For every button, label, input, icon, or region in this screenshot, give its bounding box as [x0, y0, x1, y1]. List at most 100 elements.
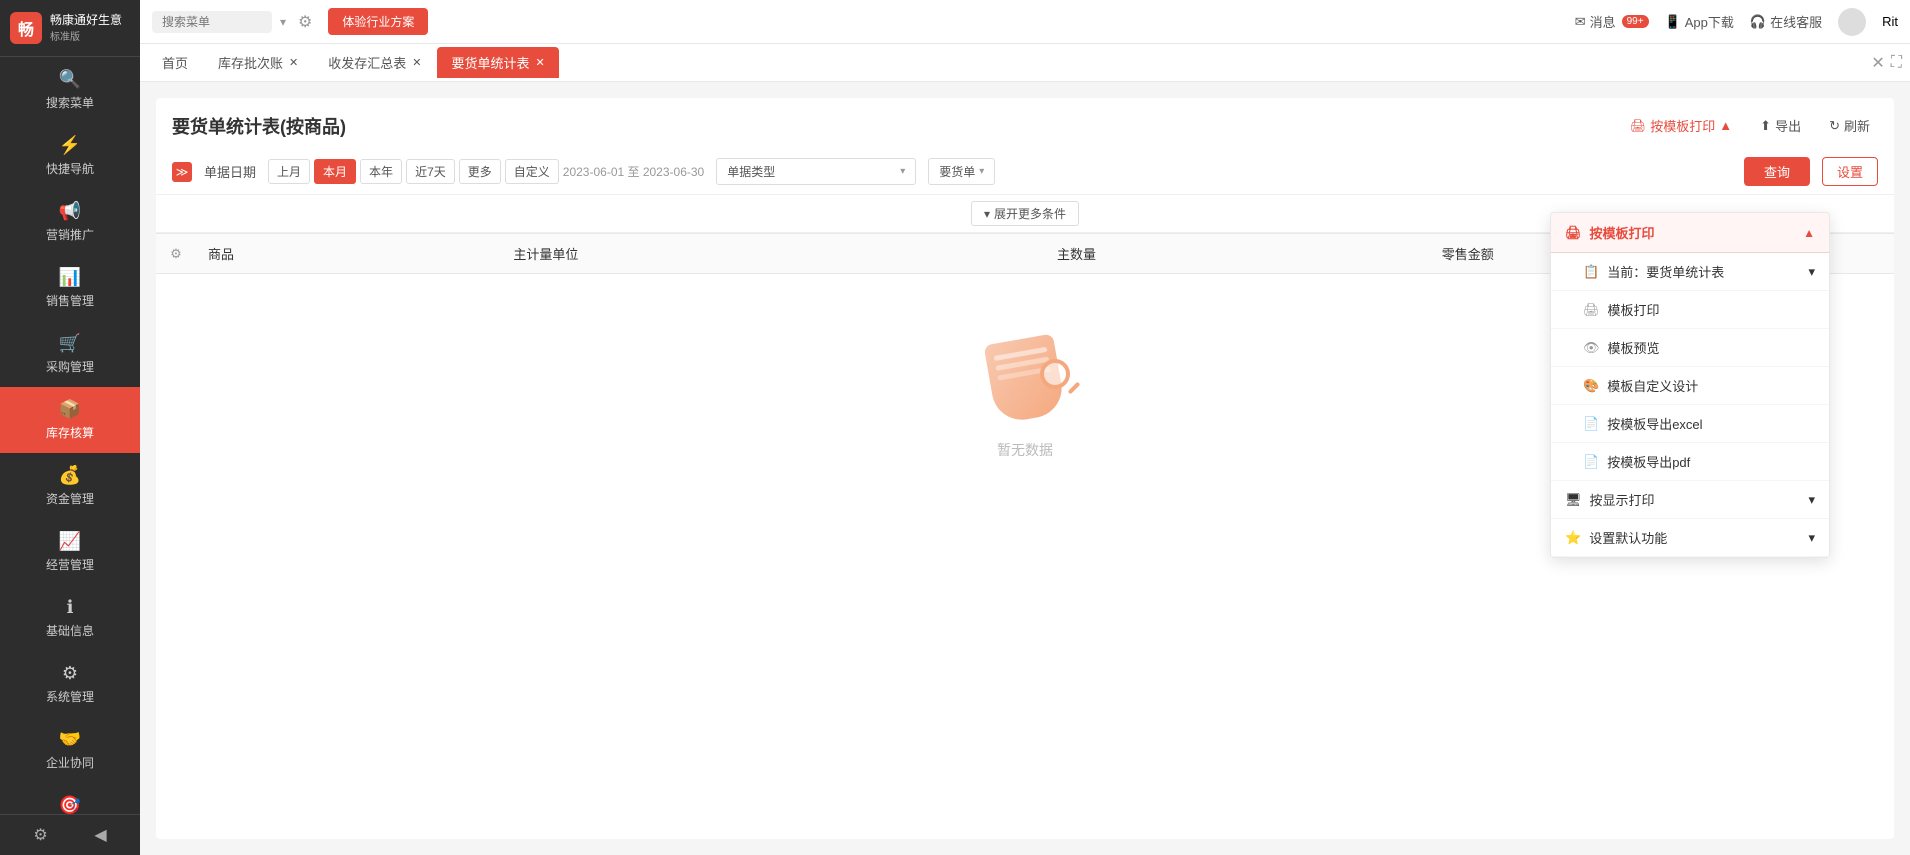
messages-label: 消息: [1590, 12, 1616, 31]
template-preview-icon: 👁: [1583, 340, 1600, 356]
print-template-btn[interactable]: 🖨 按模板打印 ▲: [1622, 112, 1740, 139]
tab-order-stats[interactable]: 要货单统计表 ✕: [437, 47, 558, 78]
export-excel-label: 按模板导出excel: [1607, 414, 1702, 433]
online-service-item[interactable]: 🎧 在线客服: [1750, 12, 1822, 31]
sidebar-item-enterprise[interactable]: 🤝 企业协同: [0, 717, 140, 783]
date-btn-this-month[interactable]: 本月: [314, 159, 356, 184]
export-btn[interactable]: ⬆ 导出: [1752, 112, 1809, 139]
print-dropdown-collapse-icon[interactable]: ▲: [1803, 226, 1815, 240]
tab-inventory-batch-close[interactable]: ✕: [289, 56, 298, 69]
print-template-item[interactable]: 🖨 模板打印: [1551, 291, 1829, 329]
sidebar-item-sales[interactable]: 📊 销售管理: [0, 255, 140, 321]
display-print-section[interactable]: 🖥 按显示打印 ▾: [1551, 481, 1829, 519]
tabs-bar: 首页 库存批次账 ✕ 收发存汇总表 ✕ 要货单统计表 ✕ ✕ ⛶: [140, 44, 1910, 82]
sidebar-item-purchase[interactable]: 🛒 采购管理: [0, 321, 140, 387]
sidebar-item-inventory-label: 库存核算: [46, 424, 94, 441]
tab-close-all-icon[interactable]: ✕: [1871, 53, 1884, 73]
print-chevron-icon: ▲: [1719, 118, 1732, 133]
type-select[interactable]: 单据类型 ▾: [716, 158, 916, 185]
online-service-icon: 🎧: [1750, 14, 1766, 30]
refresh-icon: ↻: [1829, 118, 1840, 134]
tab-order-stats-close[interactable]: ✕: [536, 56, 545, 69]
table-gear-icon[interactable]: ⚙: [170, 246, 182, 261]
user-avatar[interactable]: [1838, 8, 1866, 36]
export-label: 导出: [1775, 116, 1801, 135]
tab-inventory-batch[interactable]: 库存批次账 ✕: [204, 47, 312, 78]
col-quantity: 主数量: [1045, 234, 1430, 274]
sales-icon: 📊: [59, 267, 81, 288]
settings-gear-icon[interactable]: ⚙: [33, 825, 47, 845]
sidebar-item-system[interactable]: ⚙ 系统管理: [0, 651, 140, 717]
messages-item[interactable]: ✉ 消息 99+: [1575, 12, 1649, 31]
empty-text: 暂无数据: [997, 440, 1053, 460]
tab-receipts-summary-close[interactable]: ✕: [412, 56, 421, 69]
expand-more-btn[interactable]: ▾ 展开更多条件: [971, 201, 1079, 226]
more-filter-select[interactable]: 要货单 ▾: [928, 158, 995, 185]
more-filter-label: 要货单: [939, 163, 975, 180]
online-service-label: 在线客服: [1770, 12, 1822, 31]
sidebar-item-operations[interactable]: 📈 经营管理: [0, 519, 140, 585]
export-excel-item[interactable]: 📄 按模板导出excel: [1551, 405, 1829, 443]
sidebar-item-marketing[interactable]: 📢 营销推广: [0, 189, 140, 255]
sidebar-item-finance[interactable]: 💰 资金管理: [0, 453, 140, 519]
sidebar-nav: 🔍 搜索菜单 ⚡ 快捷导航 📢 营销推广 📊 销售管理 🛒 采购管理 📦 库存核…: [0, 57, 140, 814]
display-print-label: 按显示打印: [1590, 490, 1655, 509]
system-icon: ⚙: [62, 663, 78, 684]
tab-home[interactable]: 首页: [148, 47, 202, 78]
col-settings[interactable]: ⚙: [156, 234, 196, 274]
default-function-section[interactable]: ⭐ 设置默认功能 ▾: [1551, 519, 1829, 557]
sidebar-logo: 畅 畅康通好生意 标准版: [0, 0, 140, 57]
default-function-label: 设置默认功能: [1589, 528, 1667, 547]
export-pdf-item[interactable]: 📄 按模板导出pdf: [1551, 443, 1829, 481]
username-label: Rit: [1882, 14, 1898, 29]
date-filter-label: 单据日期: [204, 162, 256, 181]
template-design-icon: 🎨: [1583, 378, 1599, 394]
print-dropdown-printer-icon: 🖨: [1565, 225, 1582, 241]
sidebar-item-enterprise-label: 企业协同: [46, 754, 94, 771]
topbar-gear-icon[interactable]: ⚙: [298, 12, 312, 32]
page-title: 要货单统计表(按商品): [172, 113, 346, 139]
sidebar-item-sales-label: 销售管理: [46, 292, 94, 309]
finance-icon: 💰: [59, 465, 81, 486]
print-current-arrow-icon: ▾: [1808, 264, 1815, 280]
export-pdf-label: 按模板导出pdf: [1607, 452, 1690, 471]
date-range-display: 2023-06-01 至 2023-06-30: [563, 163, 704, 180]
tab-receipts-summary[interactable]: 收发存汇总表 ✕: [314, 47, 435, 78]
print-current-item[interactable]: 📋 当前：要货单统计表 ▾: [1551, 253, 1829, 291]
print-dropdown-header: 🖨 按模板打印 ▲: [1551, 213, 1829, 253]
template-design-item[interactable]: 🎨 模板自定义设计: [1551, 367, 1829, 405]
topbar-chevron-icon[interactable]: ▾: [280, 15, 286, 29]
sidebar-item-search[interactable]: 🔍 搜索菜单: [0, 57, 140, 123]
table-settings-btn[interactable]: 设置: [1822, 157, 1878, 186]
date-btn-custom[interactable]: 自定义: [505, 159, 559, 184]
industry-btn[interactable]: 体验行业方案: [328, 8, 428, 35]
empty-magnifier-shape: [1040, 359, 1070, 389]
app-download-item[interactable]: 📱 App下载: [1665, 12, 1734, 31]
template-print-label: 模板打印: [1608, 300, 1660, 319]
date-btn-more[interactable]: 更多: [459, 159, 501, 184]
sidebar-item-shortcuts[interactable]: ⚡ 快捷导航: [0, 123, 140, 189]
app-name: 畅康通好生意: [50, 13, 122, 29]
refresh-btn[interactable]: ↻ 刷新: [1821, 112, 1878, 139]
date-btn-last-7-days[interactable]: 近7天: [406, 159, 455, 184]
search-icon: 🔍: [59, 69, 81, 90]
filter-toggle-btn[interactable]: ≫: [172, 162, 192, 182]
sidebar-item-basic-info[interactable]: ℹ 基础信息: [0, 585, 140, 651]
page-header: 要货单统计表(按商品) 🖨 按模板打印 ▲ ⬆ 导出 ↻ 刷新: [156, 98, 1894, 149]
sidebar-item-inventory[interactable]: 📦 库存核算: [0, 387, 140, 453]
date-btn-last-month[interactable]: 上月: [268, 159, 310, 184]
template-design-label: 模板自定义设计: [1607, 376, 1698, 395]
empty-illustration: [975, 334, 1075, 424]
tab-expand-icon[interactable]: ⛶: [1891, 54, 1902, 72]
sidebar-item-marketing-label: 营销推广: [46, 226, 94, 243]
date-btn-this-year[interactable]: 本年: [360, 159, 402, 184]
default-function-arrow-icon: ▾: [1808, 530, 1815, 546]
print-preview-item[interactable]: 👁 模板预览: [1551, 329, 1829, 367]
sidebar-item-beginner[interactable]: 🎯 新手引导: [0, 783, 140, 814]
topbar-search-input[interactable]: [152, 11, 272, 33]
collapse-icon[interactable]: ◀: [94, 825, 106, 845]
query-btn[interactable]: 查询: [1744, 157, 1810, 186]
tab-inventory-batch-label: 库存批次账: [218, 53, 283, 72]
tab-home-label: 首页: [162, 53, 188, 72]
app-badge: 标准版: [50, 28, 122, 43]
